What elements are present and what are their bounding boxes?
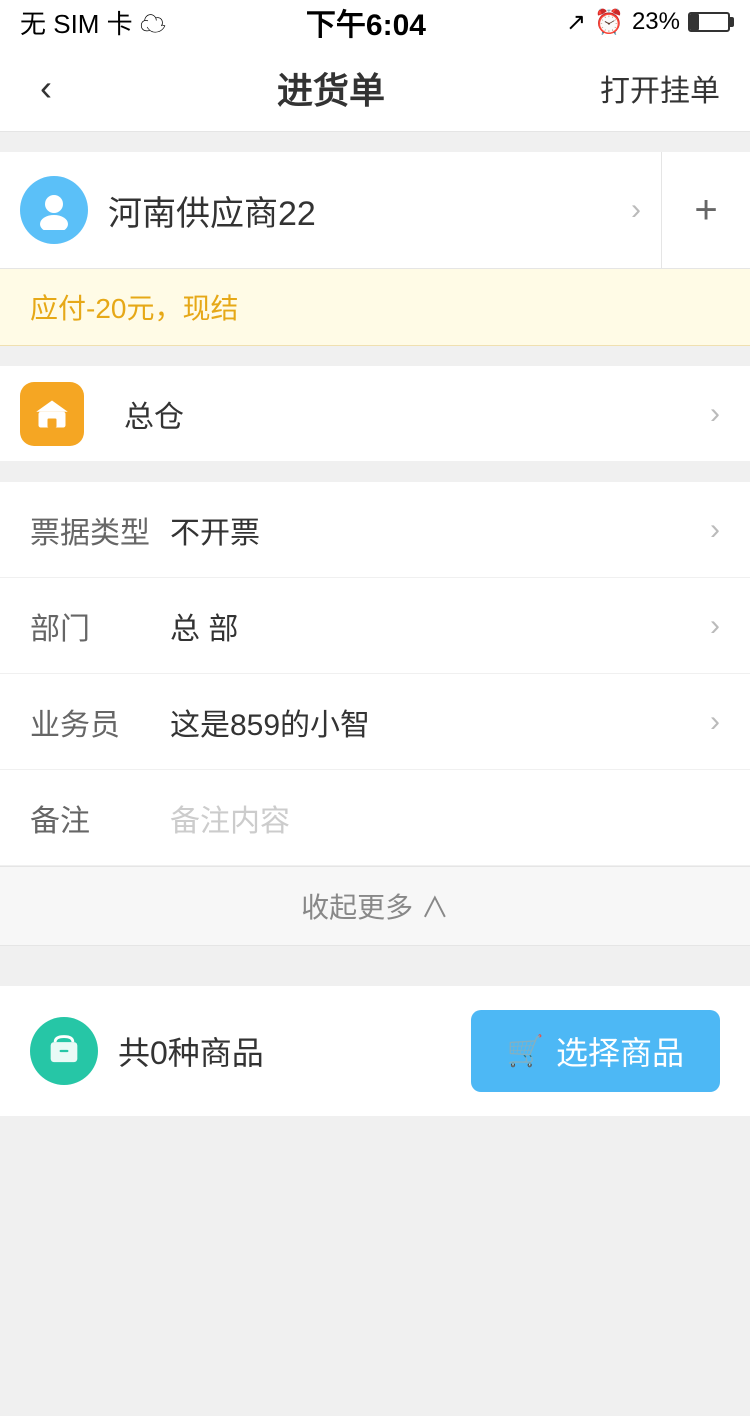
- department-value: 总 部: [170, 604, 710, 648]
- add-supplier-button[interactable]: +: [662, 152, 750, 268]
- notice-text: 应付-20元，现结: [30, 293, 238, 324]
- department-label: 部门: [30, 604, 150, 648]
- department-chevron-icon: ›: [710, 609, 720, 643]
- section-gap-1: [0, 132, 750, 152]
- back-button[interactable]: ‹: [30, 57, 62, 119]
- status-left: 无 SIM 卡 ☁: [20, 4, 166, 41]
- status-right: ↗ ⏰ 23%: [566, 8, 730, 37]
- warehouse-row[interactable]: 总仓 ›: [0, 366, 750, 462]
- open-pending-button[interactable]: 打开挂单: [600, 66, 720, 110]
- section-gap-4: [0, 946, 750, 966]
- product-icon: [30, 1017, 98, 1085]
- page-background: [0, 1116, 750, 1416]
- cart-icon: 🛒: [507, 1034, 544, 1069]
- supplier-section: 河南供应商22 › +: [0, 152, 750, 269]
- status-time: 下午6:04: [306, 0, 426, 44]
- remarks-input[interactable]: 备注内容: [170, 796, 720, 840]
- nav-bar: ‹ 进货单 打开挂单: [0, 44, 750, 132]
- person-icon: [34, 190, 74, 230]
- invoice-type-label: 票据类型: [30, 508, 150, 552]
- alarm-icon: ⏰: [594, 8, 624, 37]
- collapse-bar[interactable]: 收起更多 ∧: [0, 866, 750, 946]
- salesperson-label: 业务员: [30, 700, 150, 744]
- section-gap-3: [0, 462, 750, 482]
- chevron-right-icon: ›: [631, 193, 641, 227]
- collapse-label: 收起更多 ∧: [301, 886, 449, 926]
- salesperson-row[interactable]: 业务员 这是859的小智 ›: [0, 674, 750, 770]
- sim-status: 无 SIM 卡 ☁: [20, 4, 166, 41]
- warehouse-name: 总仓: [124, 392, 710, 436]
- battery-percent: 23%: [632, 8, 680, 36]
- section-gap-2: [0, 346, 750, 366]
- battery-icon: [688, 12, 730, 32]
- page-title: 进货单: [277, 62, 385, 114]
- invoice-chevron-icon: ›: [710, 513, 720, 547]
- warehouse-chevron-icon: ›: [710, 397, 720, 431]
- select-btn-label: 选择商品: [556, 1028, 684, 1074]
- invoice-type-value: 不开票: [170, 508, 710, 552]
- select-product-button[interactable]: 🛒 选择商品: [471, 1010, 720, 1092]
- fields-section: 票据类型 不开票 › 部门 总 部 › 业务员 这是859的小智 › 备注 备注…: [0, 482, 750, 866]
- location-icon: ↗: [566, 8, 586, 37]
- remarks-row[interactable]: 备注 备注内容: [0, 770, 750, 866]
- supplier-avatar: [20, 176, 88, 244]
- invoice-type-row[interactable]: 票据类型 不开票 ›: [0, 482, 750, 578]
- supplier-name: 河南供应商22: [108, 186, 621, 235]
- salesperson-value: 这是859的小智: [170, 700, 710, 744]
- status-bar: 无 SIM 卡 ☁ 下午6:04 ↗ ⏰ 23%: [0, 0, 750, 44]
- salesperson-chevron-icon: ›: [710, 705, 720, 739]
- department-row[interactable]: 部门 总 部 ›: [0, 578, 750, 674]
- notice-bar: 应付-20元，现结: [0, 269, 750, 346]
- product-count: 共0种商品: [118, 1028, 451, 1074]
- remarks-label: 备注: [30, 796, 150, 840]
- warehouse-icon: [20, 382, 84, 446]
- supplier-selector[interactable]: 河南供应商22 ›: [0, 152, 662, 268]
- bottom-section: 共0种商品 🛒 选择商品: [0, 986, 750, 1116]
